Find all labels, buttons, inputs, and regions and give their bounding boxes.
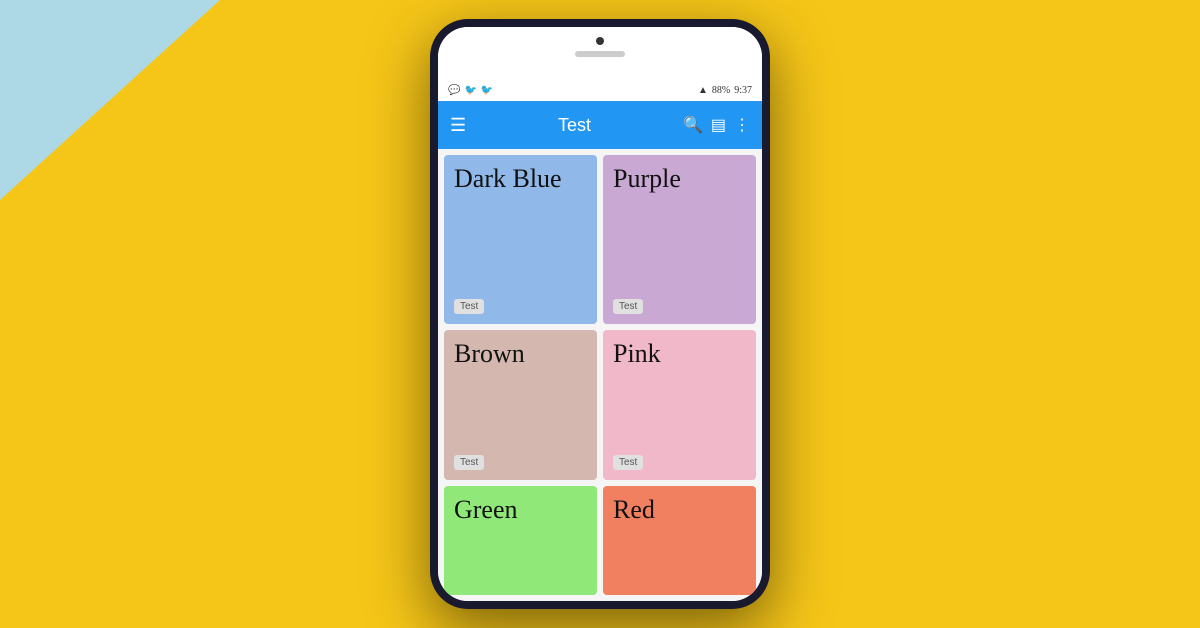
camera-dot	[596, 37, 604, 45]
card-green-title: Green	[454, 496, 587, 525]
card-purple[interactable]: Purple Test	[603, 155, 756, 324]
card-red-title: Red	[613, 496, 746, 525]
card-brown-badge: Test	[454, 455, 484, 470]
card-purple-badge: Test	[613, 299, 643, 314]
card-dark-blue[interactable]: Dark Blue Test	[444, 155, 597, 324]
card-green[interactable]: Green	[444, 486, 597, 595]
app-bar: ☰ Test 🔍 ▤ ⋮	[438, 101, 762, 149]
status-bar: 💬 🐦 🐦 ▲ 88% 9:37	[438, 79, 762, 101]
phone-device: 💬 🐦 🐦 ▲ 88% 9:37 ☰ Test 🔍 ▤ ⋮	[430, 19, 770, 609]
phone-screen: 💬 🐦 🐦 ▲ 88% 9:37 ☰ Test 🔍 ▤ ⋮	[438, 27, 762, 601]
speaker-grille	[575, 51, 625, 57]
card-dark-blue-title: Dark Blue	[454, 165, 587, 194]
app-title: Test	[478, 115, 671, 136]
search-button[interactable]: 🔍	[683, 115, 703, 135]
status-bar-left: 💬 🐦 🐦	[448, 85, 493, 96]
menu-button[interactable]: ☰	[450, 115, 466, 136]
list-view-button[interactable]: ▤	[711, 115, 726, 135]
card-dark-blue-badge: Test	[454, 299, 484, 314]
battery-level: 88%	[712, 85, 730, 96]
signal-indicator: ▲	[698, 85, 708, 96]
clock: 9:37	[734, 85, 752, 96]
card-pink-badge: Test	[613, 455, 643, 470]
twitter-icon-2: 🐦	[481, 85, 493, 96]
app-bar-actions: 🔍 ▤ ⋮	[683, 115, 750, 135]
card-brown[interactable]: Brown Test	[444, 330, 597, 479]
card-red[interactable]: Red	[603, 486, 756, 595]
content-grid: Dark Blue Test Purple Test Brown Test Pi…	[438, 149, 762, 601]
message-icon: 💬	[448, 85, 460, 96]
card-pink-title: Pink	[613, 340, 746, 369]
background-corner	[0, 0, 220, 200]
card-pink[interactable]: Pink Test	[603, 330, 756, 479]
twitter-icon-1: 🐦	[464, 85, 476, 96]
card-purple-title: Purple	[613, 165, 746, 194]
card-brown-title: Brown	[454, 340, 587, 369]
status-bar-right: ▲ 88% 9:37	[698, 85, 752, 96]
phone-bezel	[438, 27, 762, 79]
more-options-button[interactable]: ⋮	[734, 115, 750, 135]
